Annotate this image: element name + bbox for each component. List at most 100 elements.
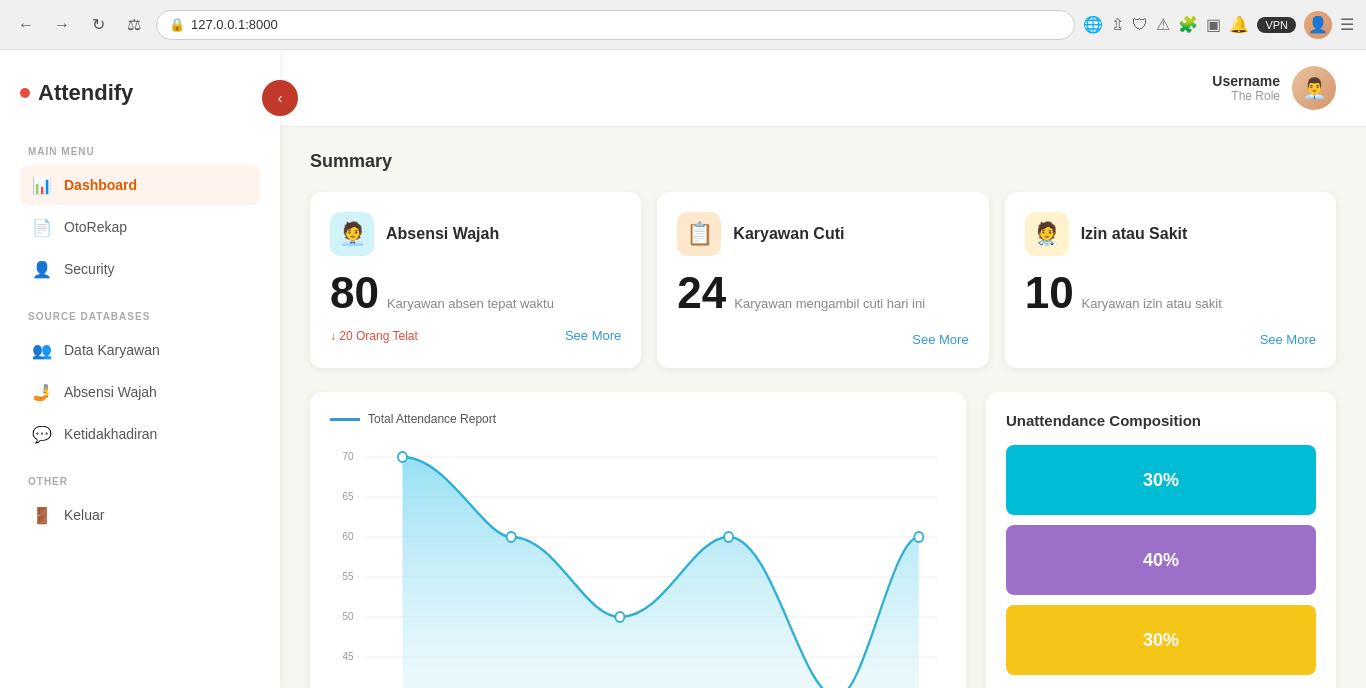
- chart-card: Total Attendance Report 70 65 60 55 50 4…: [310, 392, 966, 688]
- card-number-3: 10: [1025, 268, 1074, 318]
- otorekap-icon: 📄: [32, 217, 52, 237]
- puzzle-icon: 🧩: [1178, 15, 1198, 34]
- alert-text-1: 20 Orang Telat: [330, 329, 418, 343]
- top-header: Username The Role 👨‍💼: [280, 50, 1366, 127]
- see-more-3[interactable]: See More: [1260, 332, 1316, 347]
- svg-text:70: 70: [343, 451, 354, 463]
- sidebar-item-ketidakhadiran[interactable]: 💬 Ketidakhadiran: [20, 414, 260, 454]
- main-menu-section: MAIN MENU 📊 Dashboard 📄 OtoRekap 👤 Secur…: [20, 146, 260, 291]
- notification-icon: 🔔: [1229, 15, 1249, 34]
- sidebar-item-dashboard[interactable]: 📊 Dashboard: [20, 165, 260, 205]
- cuti-card-icon: 📋: [677, 212, 721, 256]
- dashboard-icon: 📊: [32, 175, 52, 195]
- svg-text:55: 55: [343, 571, 354, 583]
- sidebar-item-keluar[interactable]: 🚪 Keluar: [20, 495, 260, 535]
- absensi-card-icon: 🧑‍💼: [330, 212, 374, 256]
- user-avatar: 👨‍💼: [1292, 66, 1336, 110]
- bookmark-button[interactable]: ⚖: [120, 11, 148, 39]
- card-footer-1: 20 Orang Telat See More: [330, 328, 621, 343]
- sidebar-item-absensi-wajah[interactable]: 🤳 Absensi Wajah: [20, 372, 260, 412]
- shield-icon: 🛡: [1132, 16, 1148, 34]
- bottom-section: Total Attendance Report 70 65 60 55 50 4…: [310, 392, 1336, 688]
- see-more-2[interactable]: See More: [912, 332, 968, 347]
- card-header-2: 📋 Karyawan Cuti: [677, 212, 968, 256]
- card-desc-3: Karyawan izin atau sakit: [1082, 296, 1222, 311]
- share-icon: ⇫: [1111, 15, 1124, 34]
- comp-bar-label-3: 30%: [1143, 630, 1179, 651]
- datapoint-jan: [398, 452, 407, 462]
- svg-text:45: 45: [343, 651, 354, 663]
- absensi-icon: 🤳: [32, 382, 52, 402]
- back-button[interactable]: ←: [12, 11, 40, 39]
- see-more-1[interactable]: See More: [565, 328, 621, 343]
- browser-chrome: ← → ↻ ⚖ 🔒 127.0.0.1:8000 🌐 ⇫ 🛡 ⚠ 🧩 ▣ 🔔 V…: [0, 0, 1366, 50]
- card-absensi-wajah: 🧑‍💼 Absensi Wajah 80 Karyawan absen tepa…: [310, 192, 641, 368]
- sidebar-label-dashboard: Dashboard: [64, 177, 137, 193]
- lock-icon: 🔒: [169, 17, 185, 32]
- sidebar-label-data-karyawan: Data Karyawan: [64, 342, 160, 358]
- svg-text:65: 65: [343, 491, 354, 503]
- app-layout: Attendify ‹ MAIN MENU 📊 Dashboard 📄 OtoR…: [0, 50, 1366, 688]
- address-bar[interactable]: 🔒 127.0.0.1:8000: [156, 10, 1075, 40]
- card-footer-2: See More: [677, 330, 968, 348]
- vpn-badge[interactable]: VPN: [1257, 17, 1296, 33]
- composition-title: Unattendance Composition: [1006, 412, 1316, 429]
- card-body-1: 80 Karyawan absen tepat waktu: [330, 268, 621, 318]
- card-footer-3: See More: [1025, 330, 1316, 348]
- composition-card: Unattendance Composition 30% 40% 30%: [986, 392, 1336, 688]
- sidebar: Attendify ‹ MAIN MENU 📊 Dashboard 📄 OtoR…: [0, 50, 280, 688]
- dashboard-body: Summary 🧑‍💼 Absensi Wajah 80 Karyawan ab…: [280, 127, 1366, 688]
- summary-cards: 🧑‍💼 Absensi Wajah 80 Karyawan absen tepa…: [310, 192, 1336, 368]
- forward-button[interactable]: →: [48, 11, 76, 39]
- sidebar-logo: Attendify: [20, 70, 260, 116]
- sidebar-label-absensi: Absensi Wajah: [64, 384, 157, 400]
- chart-svg: 70 65 60 55 50 45 40: [330, 442, 946, 688]
- user-info: Username The Role 👨‍💼: [1212, 66, 1336, 110]
- card-title-3: Izin atau Sakit: [1081, 225, 1188, 243]
- comp-bar-purple: 40%: [1006, 525, 1316, 595]
- ketidakhadiran-icon: 💬: [32, 424, 52, 444]
- window-icon: ▣: [1206, 15, 1221, 34]
- svg-text:50: 50: [343, 611, 354, 623]
- sidebar-label-ketidakhadiran: Ketidakhadiran: [64, 426, 157, 442]
- izin-card-icon: 🧑‍⚕️: [1025, 212, 1069, 256]
- card-title-2: Karyawan Cuti: [733, 225, 844, 243]
- card-izin-sakit: 🧑‍⚕️ Izin atau Sakit 10 Karyawan izin at…: [1005, 192, 1336, 368]
- comp-bar-label-1: 30%: [1143, 470, 1179, 491]
- user-text: Username The Role: [1212, 73, 1280, 103]
- sidebar-item-data-karyawan[interactable]: 👥 Data Karyawan: [20, 330, 260, 370]
- chart-container: 70 65 60 55 50 45 40: [330, 442, 946, 688]
- chart-legend-label: Total Attendance Report: [368, 412, 496, 426]
- sidebar-item-otorekap[interactable]: 📄 OtoRekap: [20, 207, 260, 247]
- sidebar-label-otorekap: OtoRekap: [64, 219, 127, 235]
- menu-icon[interactable]: ☰: [1340, 15, 1354, 34]
- card-header-1: 🧑‍💼 Absensi Wajah: [330, 212, 621, 256]
- chart-legend: Total Attendance Report: [330, 412, 946, 426]
- legend-line: [330, 418, 360, 421]
- datapoint-feb: [507, 532, 516, 542]
- card-header-3: 🧑‍⚕️ Izin atau Sakit: [1025, 212, 1316, 256]
- main-menu-label: MAIN MENU: [20, 146, 260, 157]
- logo-dot: [20, 88, 30, 98]
- card-number-1: 80: [330, 268, 379, 318]
- url-text: 127.0.0.1:8000: [191, 17, 278, 32]
- datapoint-jun: [914, 532, 923, 542]
- profile-avatar[interactable]: 👤: [1304, 11, 1332, 39]
- alert-icon: ⚠: [1156, 15, 1170, 34]
- card-karyawan-cuti: 📋 Karyawan Cuti 24 Karyawan mengambil cu…: [657, 192, 988, 368]
- svg-text:60: 60: [343, 531, 354, 543]
- sidebar-item-security[interactable]: 👤 Security: [20, 249, 260, 289]
- data-karyawan-icon: 👥: [32, 340, 52, 360]
- card-title-1: Absensi Wajah: [386, 225, 499, 243]
- other-label: OTHER: [20, 476, 260, 487]
- card-desc-1: Karyawan absen tepat waktu: [387, 296, 554, 311]
- card-body-3: 10 Karyawan izin atau sakit: [1025, 268, 1316, 318]
- comp-bar-cyan: 30%: [1006, 445, 1316, 515]
- security-icon: 👤: [32, 259, 52, 279]
- refresh-button[interactable]: ↻: [84, 11, 112, 39]
- sidebar-label-security: Security: [64, 261, 115, 277]
- collapse-button[interactable]: ‹: [262, 80, 298, 116]
- source-db-section: SOURCE DATABASES 👥 Data Karyawan 🤳 Absen…: [20, 311, 260, 456]
- card-number-2: 24: [677, 268, 726, 318]
- source-db-label: SOURCE DATABASES: [20, 311, 260, 322]
